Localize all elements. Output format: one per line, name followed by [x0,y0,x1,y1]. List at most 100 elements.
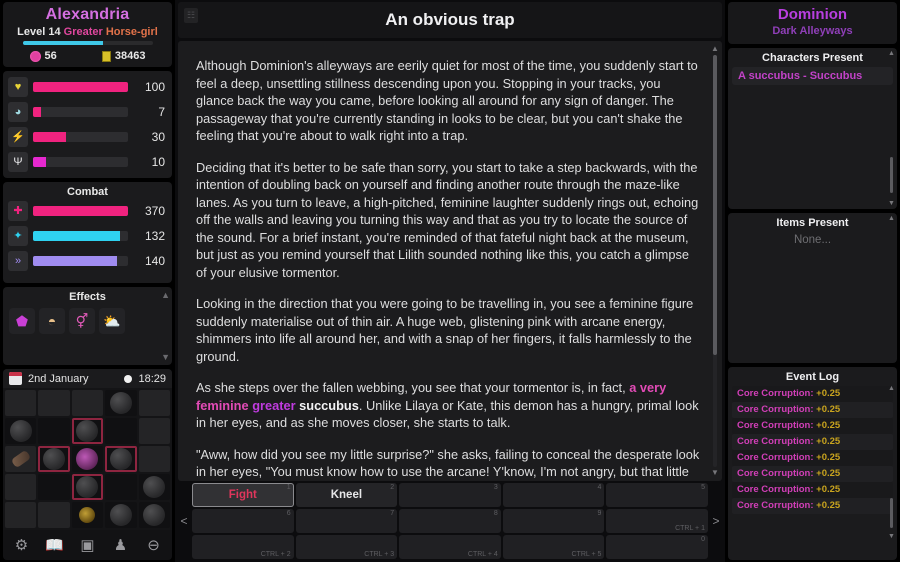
map-tile[interactable] [138,446,170,472]
map-tile[interactable] [5,418,37,444]
map-date: 2nd January [28,372,89,385]
map-tile[interactable] [105,390,137,416]
chevron-down-icon[interactable]: ▼ [888,200,895,207]
story-content: Although Dominion's alleyways are eerily… [178,41,722,481]
map-tile[interactable] [105,418,137,444]
scrollbar-thumb[interactable] [890,498,893,528]
chevron-up-icon[interactable]: ▲ [711,45,719,53]
actions-prev-button[interactable]: < [178,483,190,559]
core-stat-row: ⚡ 30 [8,127,167,147]
combat-stat-row: ✚ 370 [8,201,167,221]
portrait-icon[interactable]: ◓ [39,308,65,334]
action-button-fight[interactable]: Fight 1 [192,483,294,507]
core-stat-row: ♥ 100 [8,77,167,97]
gear-icon[interactable]: ⚙ [9,534,35,556]
event-log-entry: Core Corruption: +0.25 [732,386,893,402]
map-tile[interactable] [38,418,70,444]
corruption-icon: Ψ [8,152,28,172]
event-log-value: +0.25 [816,404,841,415]
map-tile[interactable] [71,390,104,416]
gender-icon[interactable]: ⚥ [69,308,95,334]
effects-scroll-up-icon[interactable]: ▲ [161,290,170,300]
map-tile[interactable] [38,446,70,472]
chevron-up-icon[interactable]: ▲ [888,50,895,57]
action-button-empty: CTRL + 5 [502,535,605,559]
action-button-empty: 9 [502,509,605,533]
event-log-key: Core Corruption: [737,484,817,495]
scrollbar-thumb[interactable] [890,157,893,193]
map-tile[interactable] [71,474,104,500]
money-counter[interactable]: 38463 [101,50,145,62]
action-button-hotkey: CTRL + 2 [260,551,291,558]
map-tile[interactable] [105,446,137,472]
map-grid[interactable] [3,388,172,530]
story-scrollbar[interactable]: ▲ ▼ [711,45,719,477]
event-log-key: Core Corruption: [737,500,817,511]
event-log-scrollbar[interactable]: ▲ ▼ [888,369,895,558]
event-log-value: +0.25 [816,500,841,511]
map-tile-grey-icon [43,448,66,470]
core-stat-bar [33,132,128,142]
map-tile[interactable] [71,418,104,444]
journal-icon[interactable]: 📖 [42,534,68,556]
effects-scroll-down-icon[interactable]: ▼ [161,352,170,362]
map-tile[interactable] [105,474,137,500]
page-title: An obvious trap [385,10,515,30]
event-log-value: +0.25 [816,436,841,447]
action-button-empty: 5 [606,483,708,507]
event-log-entry: Core Corruption: +0.25 [732,450,893,466]
map-tile[interactable] [38,502,70,528]
map-tile[interactable] [5,502,37,528]
location-name: Dominion [777,6,848,23]
backpack-icon[interactable]: ▣ [75,534,101,556]
action-button-empty: 4 [502,483,605,507]
characters-present-list: A succubus - Succubus [728,67,897,89]
minimise-icon[interactable]: ⊖ [141,534,167,556]
location-sub: Dark Alleyways [772,25,853,37]
map-tile[interactable] [138,474,170,500]
game-window: Alexandria Level 14 Greater Horse-girl 5… [0,0,900,562]
weather-icon[interactable]: ⛅ [99,308,125,334]
map-tile[interactable] [71,502,104,528]
coin-icon [101,50,111,62]
map-tile[interactable] [38,474,70,500]
map-tile[interactable] [5,390,37,416]
action-button-kneel[interactable]: Kneel 2 [295,483,398,507]
arcane-gem-icon[interactable]: ⬟ [9,308,35,334]
document-icon[interactable]: ☷ [184,8,198,23]
items-scrollbar[interactable]: ▲ [888,215,895,361]
characters-icon[interactable]: ♟ [108,534,134,556]
combat-stat-bar [33,206,128,216]
chevron-down-icon[interactable]: ▼ [711,469,719,477]
scrollbar-thumb[interactable] [713,55,717,356]
p4-lead: As she steps over the fallen webbing, yo… [196,380,630,396]
event-log-value: +0.25 [816,420,841,431]
map-tile[interactable] [105,502,137,528]
event-log-entry: Core Corruption: +0.25 [732,482,893,498]
characters-scrollbar[interactable]: ▲ ▼ [888,50,895,207]
character-header: Alexandria Level 14 Greater Horse-girl 5… [3,2,172,67]
story-paragraph-succubus: As she steps over the fallen webbing, yo… [196,379,700,432]
map-tile[interactable] [5,446,37,472]
calendar-icon [9,372,22,385]
character-present-entry[interactable]: A succubus - Succubus [732,67,893,85]
map-tile[interactable] [138,502,170,528]
event-log-entry: Core Corruption: +0.25 [732,418,893,434]
map-tile[interactable] [138,390,170,416]
map-tile[interactable] [38,390,70,416]
chevron-up-icon[interactable]: ▲ [888,215,895,222]
map-tile[interactable] [5,474,37,500]
action-button-hotkey: 7 [390,510,395,517]
map-tile[interactable] [138,418,170,444]
p4-highlight-b: greater [252,397,296,413]
essence-counter[interactable]: 56 [29,50,57,62]
character-quality: Greater [63,26,103,38]
map-tile[interactable] [71,446,104,472]
chevron-down-icon[interactable]: ▼ [888,533,895,540]
core-stat-bar [33,82,128,92]
event-log-value: +0.25 [816,452,841,463]
moon-icon [124,374,133,383]
chevron-up-icon[interactable]: ▲ [888,385,895,392]
character-race: Horse-girl [105,26,158,38]
actions-next-button[interactable]: > [710,483,722,559]
